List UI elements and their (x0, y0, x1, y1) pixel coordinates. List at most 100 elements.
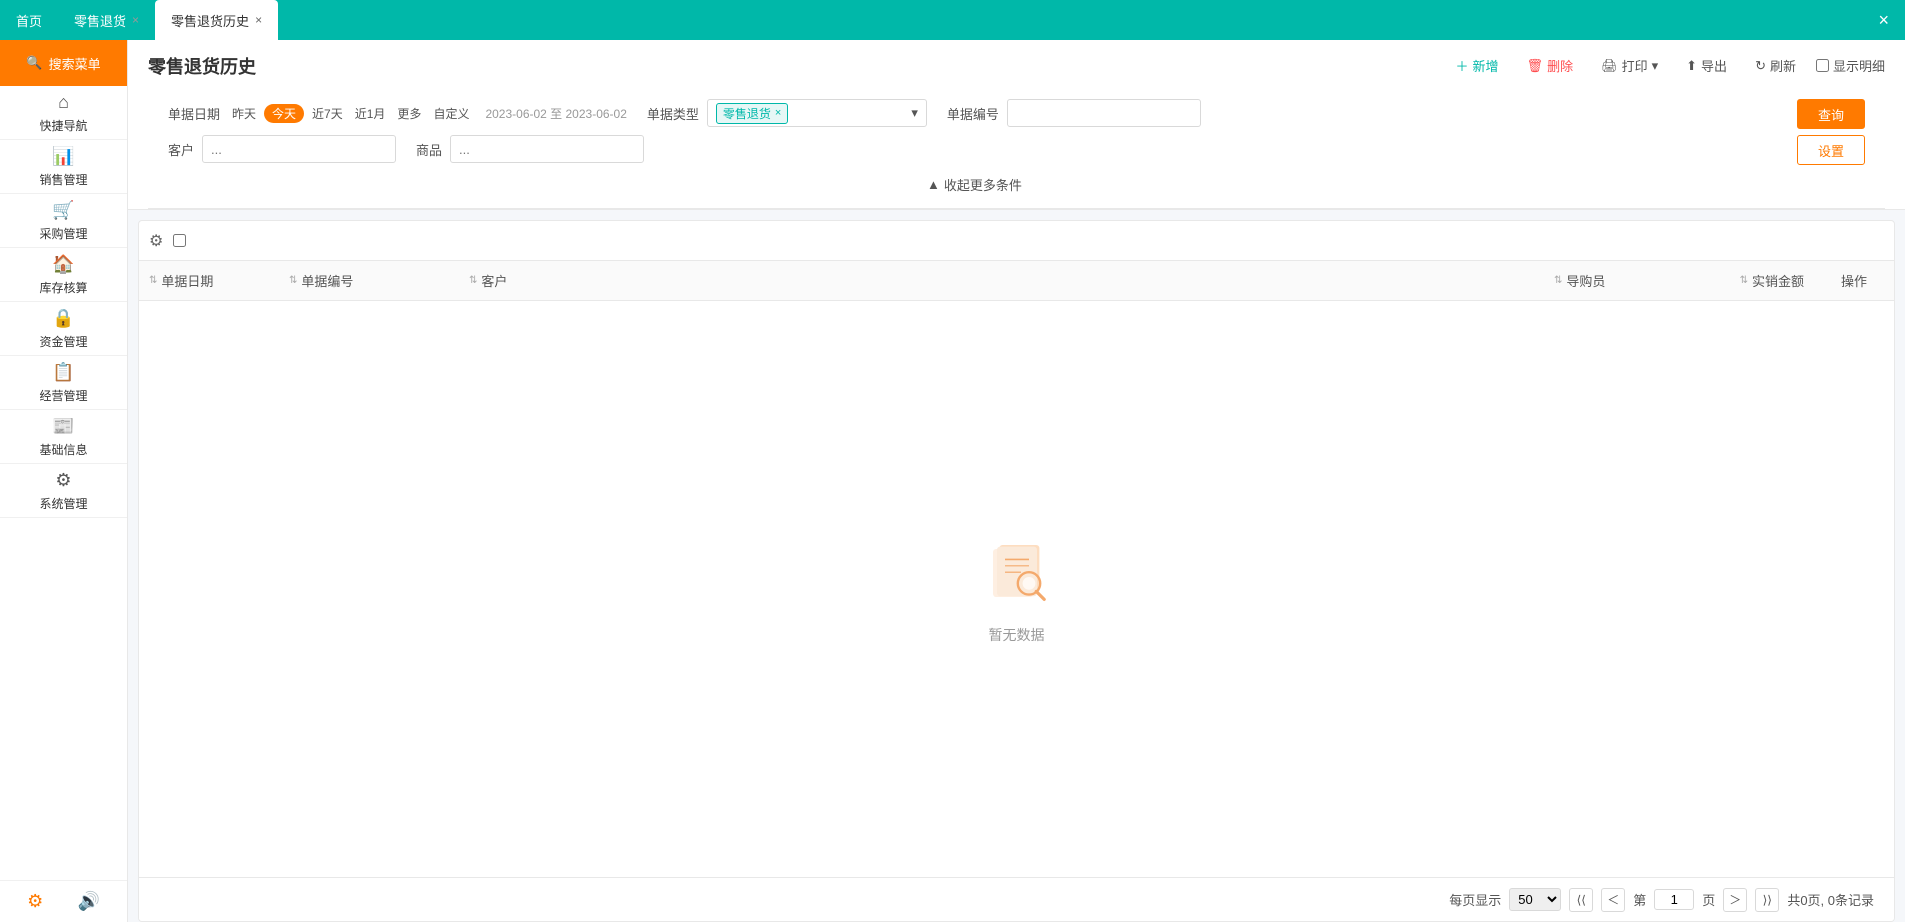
sidebar-item-finance-label: 资金管理 (39, 333, 87, 350)
purchase-icon: 🛒 (52, 200, 74, 221)
page-next-button[interactable]: ＞ (1723, 888, 1747, 912)
sidebar-item-purchase-mgmt[interactable]: 🛒 采购管理 (0, 194, 127, 248)
collapse-more-btn[interactable]: ▲ 收起更多条件 (168, 171, 1781, 198)
sidebar-item-purchase-mgmt-label: 采购管理 (39, 225, 87, 242)
sidebar-item-inventory[interactable]: 🏠 库存核算 (0, 248, 127, 302)
page-last-button[interactable]: ⟩⟩ (1755, 888, 1779, 912)
date-btn-custom[interactable]: 自定义 (429, 104, 473, 123)
settings-button[interactable]: 设置 (1797, 135, 1865, 165)
audio-icon[interactable]: 🔊 (77, 891, 99, 912)
collapse-more-label: 收起更多条件 (944, 175, 1022, 194)
sidebar-search-menu[interactable]: 🔍 搜索菜单 (0, 40, 127, 86)
delete-label: 删除 (1547, 56, 1573, 75)
bill-no-filter: 单据编号 (947, 99, 1201, 127)
sidebar-item-system-mgmt[interactable]: ⚙ 系统管理 (0, 464, 127, 518)
type-select[interactable]: 零售退货 × ▾ (707, 99, 927, 127)
type-filter: 单据类型 零售退货 × ▾ (647, 99, 927, 127)
date-btn-more[interactable]: 更多 (393, 104, 425, 123)
sort-customer-icon[interactable]: ⇅ (469, 275, 477, 286)
th-customer-label: 客户 (481, 271, 507, 290)
page-input[interactable] (1654, 889, 1694, 910)
query-button[interactable]: 查询 (1797, 99, 1865, 129)
print-label: 打印 (1622, 56, 1648, 75)
sidebar-item-quick-nav[interactable]: ⌂ 快捷导航 (0, 86, 127, 140)
customer-input[interactable] (202, 135, 396, 163)
refresh-button[interactable]: ↻ 刷新 (1747, 52, 1804, 79)
table-settings-icon[interactable]: ⚙ (149, 231, 163, 251)
empty-illustration (977, 533, 1057, 613)
page-label: 第 (1633, 890, 1646, 909)
type-tag: 零售退货 × (716, 103, 788, 124)
page-prev-button[interactable]: ＜ (1601, 888, 1625, 912)
close-all-button[interactable]: × (1878, 11, 1889, 29)
sort-guide-icon[interactable]: ⇅ (1554, 275, 1562, 286)
goods-input[interactable] (450, 135, 644, 163)
bill-no-input[interactable] (1007, 99, 1201, 127)
customer-filter: 客户 (168, 135, 396, 163)
tab-retail-return-label: 零售退货 (74, 11, 126, 30)
th-customer: ⇅ 客户 (459, 271, 1544, 290)
top-tab-bar: 首页 零售退货 × 零售退货历史 × × (0, 0, 1905, 40)
page-summary: 共0页, 0条记录 (1787, 890, 1874, 909)
sidebar-footer: ⚙ 🔊 (0, 880, 127, 922)
new-button[interactable]: ＋ 新增 (1448, 52, 1507, 79)
goods-label: 商品 (416, 140, 442, 159)
tab-retail-return-history-close[interactable]: × (255, 13, 262, 27)
type-tag-close[interactable]: × (775, 107, 781, 119)
toolbar: ＋ 新增 🗑 删除 🖨 打印 ▾ ⬆ 导出 (1448, 52, 1885, 79)
sidebar-item-operation-label: 经营管理 (39, 387, 87, 404)
th-guide-label: 导购员 (1566, 271, 1605, 290)
collapse-up-icon: ▲ (927, 177, 940, 192)
sidebar-item-inventory-label: 库存核算 (39, 279, 87, 296)
date-btn-7days[interactable]: 近7天 (308, 104, 347, 123)
tab-retail-return[interactable]: 零售退货 × (58, 0, 155, 40)
show-detail-checkbox-label[interactable]: 显示明细 (1816, 56, 1885, 75)
th-action-label: 操作 (1841, 271, 1867, 290)
print-icon: 🖨 (1601, 58, 1618, 74)
filter-row-2: 客户 商品 (168, 135, 1781, 163)
sidebar-item-sales-mgmt[interactable]: 📊 销售管理 (0, 140, 127, 194)
export-icon: ⬆ (1686, 58, 1697, 74)
export-label: 导出 (1701, 56, 1727, 75)
th-amount: ⇅ 实销金额 (1694, 271, 1814, 290)
sidebar-item-operation[interactable]: 📋 经营管理 (0, 356, 127, 410)
tab-retail-return-history[interactable]: 零售退货历史 × (155, 0, 278, 40)
table-toolbar: ⚙ (139, 221, 1894, 261)
sort-date-icon[interactable]: ⇅ (149, 275, 157, 286)
settings-icon[interactable]: ⚙ (27, 891, 43, 912)
sidebar-item-sales-mgmt-label: 销售管理 (39, 171, 87, 188)
sort-bill-no-icon[interactable]: ⇅ (289, 275, 297, 286)
system-icon: ⚙ (55, 470, 71, 491)
date-btn-1month[interactable]: 近1月 (351, 104, 390, 123)
per-page-label: 每页显示 (1449, 890, 1501, 909)
basic-info-icon: 📰 (52, 416, 74, 437)
finance-icon: 🔒 (52, 308, 74, 329)
delete-button[interactable]: 🗑 删除 (1519, 52, 1582, 79)
sidebar-search-label: 搜索菜单 (49, 54, 101, 73)
content-area: 零售退货历史 ＋ 新增 🗑 删除 🖨 打印 ▾ (128, 40, 1905, 922)
tab-home[interactable]: 首页 (0, 0, 58, 40)
show-detail-checkbox[interactable] (1816, 59, 1829, 72)
table-select-all-checkbox[interactable] (173, 234, 186, 247)
bill-no-label: 单据编号 (947, 104, 999, 123)
date-btn-yesterday[interactable]: 昨天 (228, 104, 260, 123)
date-filter: 单据日期 昨天 今天 近7天 近1月 更多 自定义 2023-06-02 至 2… (168, 104, 627, 123)
print-button[interactable]: 🖨 打印 ▾ (1593, 52, 1666, 79)
per-page-select[interactable]: 20 50 100 (1509, 888, 1561, 911)
th-action: 操作 (1814, 271, 1894, 290)
sort-amount-icon[interactable]: ⇅ (1740, 275, 1748, 286)
filter-row-1: 单据日期 昨天 今天 近7天 近1月 更多 自定义 2023-06-02 至 2… (168, 99, 1781, 127)
sidebar-item-quick-nav-label: 快捷导航 (39, 117, 87, 134)
sidebar-item-finance[interactable]: 🔒 资金管理 (0, 302, 127, 356)
sidebar-item-basic-info[interactable]: 📰 基础信息 (0, 410, 127, 464)
type-select-chevron-icon: ▾ (911, 105, 918, 121)
page-first-button[interactable]: ⟨⟨ (1569, 888, 1593, 912)
date-btn-today[interactable]: 今天 (264, 104, 304, 123)
tab-retail-return-close[interactable]: × (132, 13, 139, 27)
sales-icon: 📊 (52, 146, 74, 167)
export-button[interactable]: ⬆ 导出 (1678, 52, 1735, 79)
th-bill-no-label: 单据编号 (301, 271, 353, 290)
page-header: 零售退货历史 ＋ 新增 🗑 删除 🖨 打印 ▾ (128, 40, 1905, 210)
filter-area: 单据日期 昨天 今天 近7天 近1月 更多 自定义 2023-06-02 至 2… (148, 89, 1885, 209)
empty-state: 暂无数据 (977, 533, 1057, 645)
